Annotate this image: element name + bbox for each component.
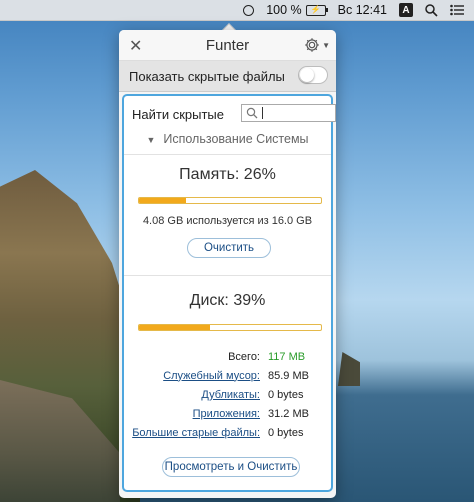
disk-breakdown-row: Приложения: 31.2 MB [124, 404, 331, 423]
disk-breakdown-row: Большие старые файлы: 0 bytes [124, 423, 331, 442]
system-usage-title: Использование Системы [163, 132, 309, 146]
disk-breakdown-value: 0 bytes [268, 426, 304, 439]
close-icon[interactable]: ✕ [129, 36, 142, 56]
menu-bar: 100 % ⚡ Вс 12:41 A [0, 0, 474, 21]
system-usage-panel: Найти скрытые ▼ Использование Системы Пам… [122, 94, 336, 492]
disk-breakdown-value: 85.9 MB [268, 369, 309, 382]
battery-status[interactable]: 100 % ⚡ [266, 3, 328, 17]
memory-heading: Память: 26% [179, 166, 276, 183]
disk-breakdown-list: Всего: 117 MB Служебный мусор: 85.9 MB Дубли… [124, 347, 331, 442]
battery-charging-icon: ⚡ [305, 4, 328, 16]
chevron-down-icon: ▼ [322, 40, 330, 50]
popover-header: ✕ Funter ▼ [119, 30, 336, 61]
show-hidden-files-toggle[interactable] [298, 66, 328, 84]
disk-heading: Диск: 39% [189, 292, 266, 309]
funter-menu-icon[interactable] [243, 4, 255, 16]
review-and-clean-button[interactable]: Просмотреть и Очистить [162, 457, 300, 477]
show-hidden-files-label: Показать скрытые файлы [129, 68, 285, 84]
wallpaper-sea-rock [338, 352, 360, 386]
disk-breakdown-value: 117 MB [268, 350, 306, 363]
search-input[interactable] [262, 107, 335, 119]
disk-breakdown-label: Всего: [228, 350, 260, 363]
spotlight-icon[interactable] [425, 3, 438, 17]
find-hidden-row: Найти скрытые [132, 104, 336, 124]
find-hidden-search[interactable] [241, 104, 336, 122]
battery-percent: 100 % [266, 3, 302, 17]
divider [124, 275, 331, 276]
funter-popover: ✕ Funter ▼ Показать скрытые файлы Найти … [119, 30, 336, 498]
menubar-clock[interactable]: Вс 12:41 [338, 3, 387, 17]
disk-breakdown-label[interactable]: Служебный мусор: [124, 370, 268, 382]
disk-breakdown-row: Всего: 117 MB [124, 347, 331, 366]
disclosure-triangle-icon: ▼ [146, 135, 156, 145]
disk-breakdown-row: Служебный мусор: 85.9 MB [124, 366, 331, 385]
clean-memory-button[interactable]: Очистить [187, 238, 271, 258]
disk-breakdown-row: Дубликаты: 0 bytes [124, 385, 331, 404]
disk-usage-bar [138, 324, 322, 331]
memory-usage-fill [139, 198, 187, 203]
settings-menu-button[interactable]: ▼ [303, 36, 330, 54]
notification-center-icon[interactable] [450, 4, 464, 16]
divider [124, 154, 331, 155]
disk-breakdown-label[interactable]: Большие старые файлы: [124, 427, 268, 439]
memory-usage-bar [138, 197, 322, 204]
input-source-icon[interactable]: A [399, 3, 413, 17]
find-hidden-label: Найти скрытые [132, 106, 224, 122]
disk-breakdown-value: 0 bytes [268, 388, 304, 401]
system-usage-disclosure[interactable]: ▼ Использование Системы [124, 132, 331, 146]
show-hidden-files-row: Показать скрытые файлы [119, 61, 336, 92]
disk-breakdown-value: 31.2 MB [268, 407, 309, 420]
gear-icon [305, 38, 319, 52]
disk-usage-fill [139, 325, 210, 330]
disk-breakdown-label[interactable]: Дубликаты: [124, 389, 268, 401]
memory-detail: 4.08 GB используется из 16.0 GB [142, 215, 313, 227]
search-icon [246, 107, 258, 119]
disk-breakdown-label[interactable]: Приложения: [124, 408, 268, 420]
